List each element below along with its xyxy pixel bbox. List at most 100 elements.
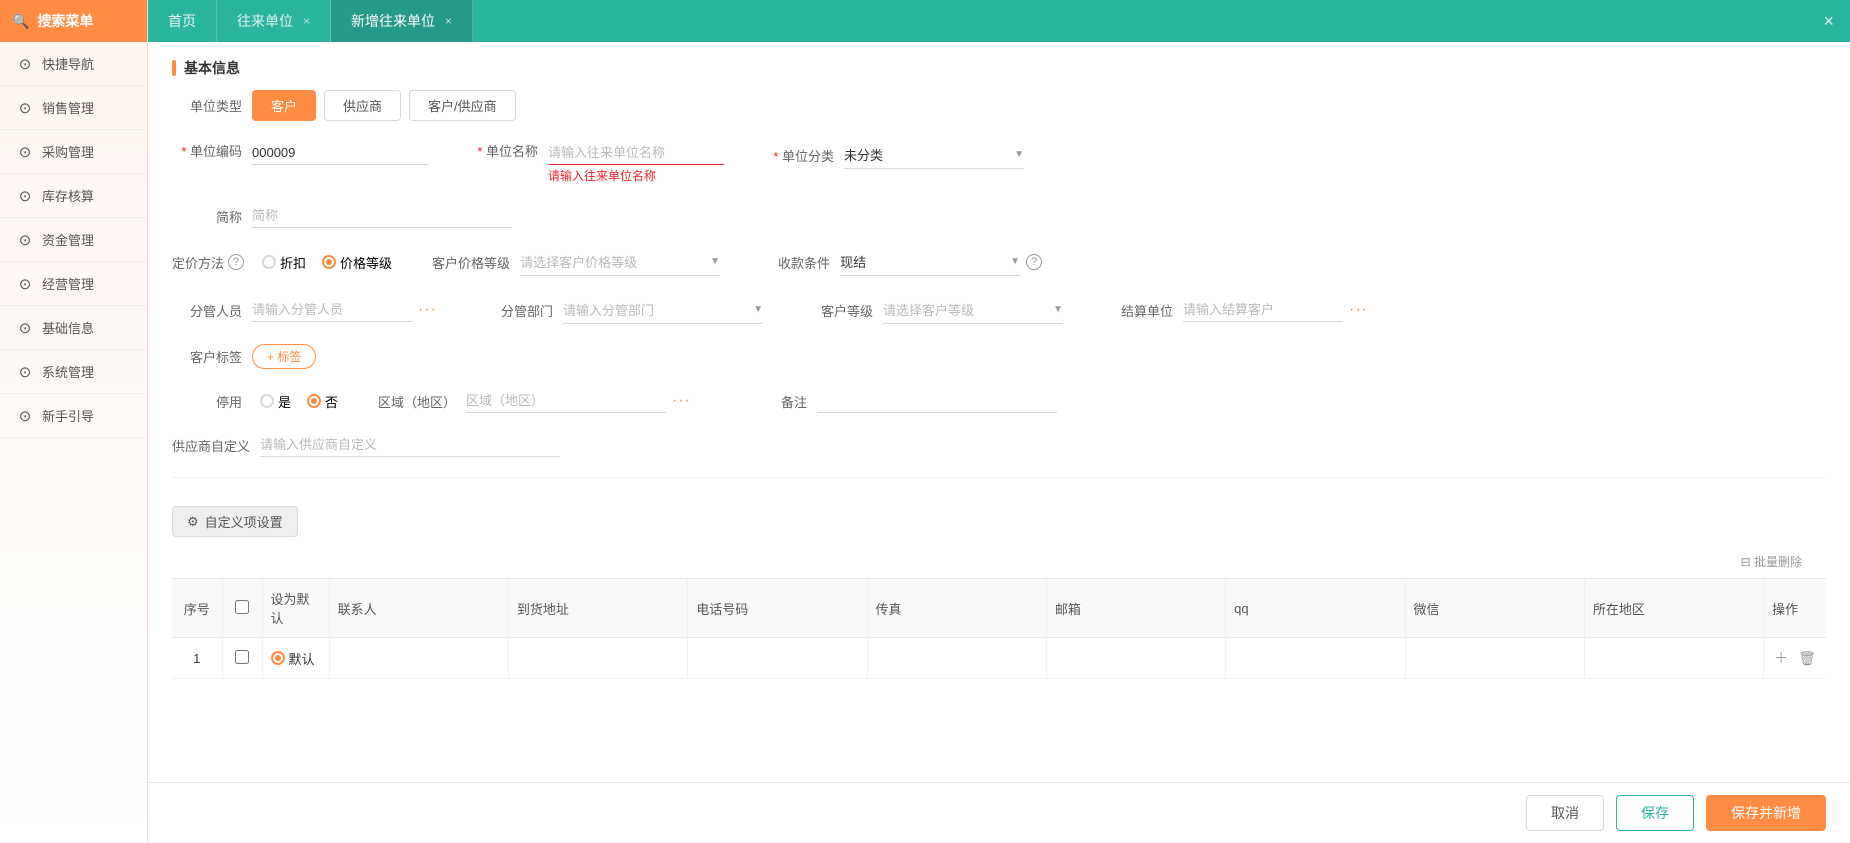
- tab-partners[interactable]: 往来单位 ×: [217, 0, 331, 42]
- unit-code-input[interactable]: [252, 141, 428, 165]
- save-new-button[interactable]: 保存并新增: [1706, 795, 1826, 831]
- row-default-radio[interactable]: 默认: [271, 649, 321, 668]
- abbr-field: [252, 204, 512, 228]
- region-more-btn[interactable]: ···: [666, 392, 697, 410]
- add-tag-button[interactable]: + 标签: [252, 344, 316, 369]
- row-checkbox[interactable]: [235, 650, 249, 664]
- cell-qq[interactable]: [1226, 638, 1405, 679]
- sidebar-item-system[interactable]: ⊙ 系统管理: [0, 350, 147, 394]
- pricing-radio-group: 折扣 价格等级: [262, 253, 392, 272]
- customer-price-label: 客户价格等级: [432, 253, 520, 272]
- table-select-all[interactable]: [235, 600, 249, 614]
- customer-price-select[interactable]: 请选择客户价格等级 ▼: [520, 248, 720, 276]
- save-button[interactable]: 保存: [1616, 795, 1694, 831]
- radio-disable-no[interactable]: 否: [307, 392, 338, 411]
- cancel-button[interactable]: 取消: [1526, 795, 1604, 831]
- section-header: 基本信息: [148, 42, 1850, 90]
- qq-input[interactable]: [1234, 651, 1396, 666]
- wechat-input[interactable]: [1414, 651, 1576, 666]
- tab-partners-label: 往来单位: [237, 11, 293, 31]
- unit-name-input[interactable]: [548, 141, 724, 165]
- window-close-button[interactable]: ×: [1807, 11, 1850, 32]
- customer-level-arrow: ▼: [1053, 304, 1063, 315]
- unit-type-group: 客户 供应商 客户/供应商: [252, 90, 516, 121]
- radio-price-level[interactable]: 价格等级: [322, 253, 392, 272]
- cell-wechat[interactable]: [1405, 638, 1584, 679]
- sidebar-item-label: 销售管理: [42, 98, 94, 117]
- tab-home[interactable]: 首页: [148, 0, 217, 42]
- radio-disable-no-label: 否: [325, 392, 338, 411]
- payment-help-icon[interactable]: ?: [1026, 254, 1042, 270]
- form-footer: 取消 保存 保存并新增: [148, 782, 1850, 843]
- cell-email[interactable]: [1046, 638, 1225, 679]
- guide-icon: ⊙: [16, 407, 34, 425]
- sidebar-item-sales[interactable]: ⊙ 销售管理: [0, 86, 147, 130]
- dept-arrow: ▼: [753, 304, 763, 315]
- sidebar-search-label[interactable]: 搜索菜单: [37, 11, 93, 31]
- settlement-input[interactable]: [1183, 298, 1343, 322]
- payment-term-value: 现结: [840, 252, 1006, 271]
- custom-settings-button[interactable]: ⚙ 自定义项设置: [172, 506, 298, 537]
- row-default-label: 默认: [289, 649, 315, 668]
- col-no: 序号: [172, 579, 222, 638]
- supplier-custom-input[interactable]: [260, 433, 560, 457]
- settlement-more-btn[interactable]: ···: [1343, 301, 1374, 319]
- cell-contact[interactable]: [329, 638, 508, 679]
- payment-term-label: 收款条件: [760, 253, 840, 272]
- remark-label: 备注: [737, 392, 817, 411]
- cell-region[interactable]: [1584, 638, 1763, 679]
- batch-delete-label[interactable]: 批量删除: [1754, 555, 1802, 569]
- abbr-label: 简称: [172, 207, 252, 226]
- address-input[interactable]: [517, 651, 679, 666]
- email-input[interactable]: [1055, 651, 1217, 666]
- col-contact: 联系人: [329, 579, 508, 638]
- settlement-label: 结算单位: [1103, 301, 1183, 320]
- sidebar-item-basic[interactable]: ⊙ 基础信息: [0, 306, 147, 350]
- row-add-btn[interactable]: ＋: [1772, 646, 1790, 670]
- cell-address[interactable]: [508, 638, 687, 679]
- manager-more-btn[interactable]: ···: [412, 301, 443, 319]
- unit-btn-customer[interactable]: 客户: [252, 90, 316, 121]
- tab-partners-close[interactable]: ×: [303, 14, 310, 28]
- remark-input[interactable]: [817, 389, 1057, 413]
- cell-fax[interactable]: [867, 638, 1046, 679]
- cell-phone[interactable]: [688, 638, 867, 679]
- sidebar-item-label: 基础信息: [42, 318, 94, 337]
- sidebar-item-quick-nav[interactable]: ⊙ 快捷导航: [0, 42, 147, 86]
- dept-select[interactable]: 请输入分管部门 ▼: [563, 296, 763, 324]
- sidebar-item-finance[interactable]: ⊙ 资金管理: [0, 218, 147, 262]
- fax-input[interactable]: [876, 651, 1038, 666]
- region-input[interactable]: [466, 389, 666, 413]
- customer-level-select[interactable]: 请选择客户等级 ▼: [883, 296, 1063, 324]
- phone-input[interactable]: [696, 651, 858, 666]
- sidebar-item-inventory[interactable]: ⊙ 库存核算: [0, 174, 147, 218]
- sidebar-item-operations[interactable]: ⊙ 经营管理: [0, 262, 147, 306]
- customer-price-arrow: ▼: [710, 256, 720, 267]
- radio-discount[interactable]: 折扣: [262, 253, 306, 272]
- col-wechat: 微信: [1405, 579, 1584, 638]
- row-delete-btn[interactable]: 🗑: [1796, 648, 1818, 669]
- customer-tag-row: 客户标签 + 标签: [172, 344, 1826, 369]
- row-region-input[interactable]: [1593, 651, 1755, 666]
- unit-name-label: 单位名称: [468, 141, 548, 160]
- sidebar-item-purchase[interactable]: ⊙ 采购管理: [0, 130, 147, 174]
- unit-btn-supplier[interactable]: 供应商: [324, 90, 401, 121]
- sidebar-header: 🔍 搜索菜单: [0, 0, 147, 42]
- tab-new-partner-close[interactable]: ×: [445, 14, 452, 28]
- payment-term-select[interactable]: 现结 ▼: [840, 248, 1020, 276]
- unit-name-field: [548, 141, 724, 165]
- unit-category-select[interactable]: 未分类 ▼: [844, 141, 1024, 169]
- abbr-input[interactable]: [252, 204, 512, 228]
- sidebar-item-guide[interactable]: ⊙ 新手引导: [0, 394, 147, 438]
- customer-level-label: 客户等级: [803, 301, 883, 320]
- contact-input[interactable]: [338, 651, 500, 666]
- col-fax: 传真: [867, 579, 1046, 638]
- manager-input[interactable]: [252, 298, 412, 322]
- unit-category-arrow: ▼: [1014, 149, 1024, 160]
- pricing-help-icon[interactable]: ?: [228, 254, 244, 270]
- tab-new-partner[interactable]: 新增往来单位 ×: [331, 0, 473, 42]
- pricing-row: 定价方法 ? 折扣 价格等级 客户: [172, 248, 1826, 276]
- sidebar: 🔍 搜索菜单 ⊙ 快捷导航 ⊙ 销售管理 ⊙ 采购管理 ⊙ 库存核算 ⊙ 资金管…: [0, 0, 148, 843]
- radio-disable-yes[interactable]: 是: [260, 392, 291, 411]
- unit-btn-both[interactable]: 客户/供应商: [409, 90, 516, 121]
